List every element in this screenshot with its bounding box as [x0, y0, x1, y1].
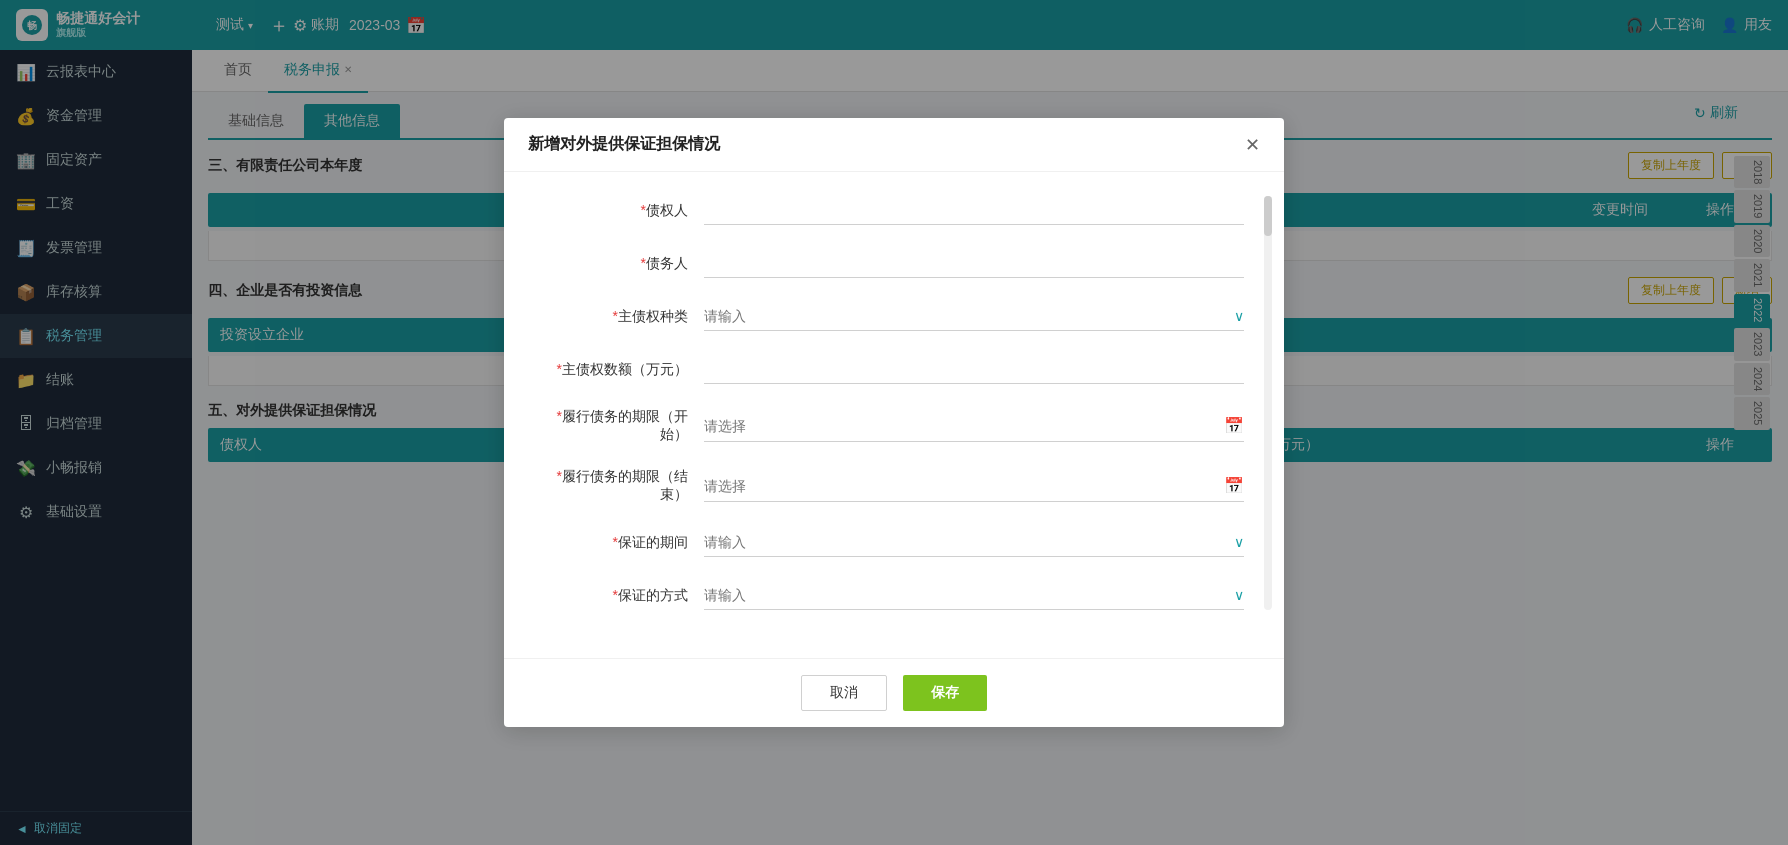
debtor-input[interactable] [704, 249, 1244, 278]
period-end-input[interactable] [704, 478, 1224, 494]
modal-body: *债权人 *债务人 *主债权种类 [504, 172, 1284, 658]
debtor-field: *债务人 [544, 249, 1244, 278]
guarantee-method-required-mark: * [613, 587, 618, 603]
debtor-required-mark: * [641, 255, 646, 271]
guarantee-method-select[interactable]: ∨ [704, 581, 1244, 610]
period-start-field: *履行债务的期限（开始） 📅 [544, 408, 1244, 444]
cancel-button[interactable]: 取消 [801, 675, 887, 711]
guarantee-period-label: *保证的期间 [544, 534, 704, 552]
period-end-label: *履行债务的期限（结束） [544, 468, 704, 504]
period-end-field: *履行债务的期限（结束） 📅 [544, 468, 1244, 504]
save-button[interactable]: 保存 [903, 675, 987, 711]
guarantee-period-field: *保证的期间 ∨ [544, 528, 1244, 557]
guarantee-method-input[interactable] [704, 587, 1234, 603]
period-start-input[interactable] [704, 418, 1224, 434]
period-start-required-mark: * [557, 408, 562, 424]
guarantee-method-label: *保证的方式 [544, 587, 704, 605]
creditor-input[interactable] [704, 196, 1244, 225]
modal-footer: 取消 保存 [504, 658, 1284, 727]
guarantee-method-chevron-icon: ∨ [1234, 587, 1244, 603]
modal-close-button[interactable]: ✕ [1245, 136, 1260, 154]
guarantee-period-required-mark: * [613, 534, 618, 550]
debt-type-label: *主债权种类 [544, 308, 704, 326]
modal-overlay[interactable]: 新增对外提供保证担保情况 ✕ *债权人 *债务人 [0, 0, 1788, 845]
period-end-calendar-icon[interactable]: 📅 [1224, 476, 1244, 495]
creditor-required-mark: * [641, 202, 646, 218]
debt-amount-field: *主债权数额（万元） [544, 355, 1244, 384]
period-end-required-mark: * [557, 468, 562, 484]
guarantee-period-select[interactable]: ∨ [704, 528, 1244, 557]
guarantee-period-chevron-icon: ∨ [1234, 534, 1244, 550]
debt-amount-label: *主债权数额（万元） [544, 361, 704, 379]
debt-type-required-mark: * [613, 308, 618, 324]
debt-amount-required-mark: * [557, 361, 562, 377]
period-start-label: *履行债务的期限（开始） [544, 408, 704, 444]
guarantee-method-field: *保证的方式 ∨ [544, 581, 1244, 610]
debt-type-input[interactable] [704, 308, 1234, 324]
modal: 新增对外提供保证担保情况 ✕ *债权人 *债务人 [504, 118, 1284, 727]
creditor-field: *债权人 [544, 196, 1244, 225]
modal-header: 新增对外提供保证担保情况 ✕ [504, 118, 1284, 172]
debtor-label: *债务人 [544, 255, 704, 273]
period-start-date[interactable]: 📅 [704, 410, 1244, 442]
period-end-date[interactable]: 📅 [704, 470, 1244, 502]
guarantee-period-input[interactable] [704, 534, 1234, 550]
debt-type-chevron-icon: ∨ [1234, 308, 1244, 324]
debt-type-field: *主债权种类 ∨ [544, 302, 1244, 331]
creditor-label: *债权人 [544, 202, 704, 220]
modal-title: 新增对外提供保证担保情况 [528, 134, 720, 155]
debt-amount-input[interactable] [704, 355, 1244, 384]
period-start-calendar-icon[interactable]: 📅 [1224, 416, 1244, 435]
debt-type-select[interactable]: ∨ [704, 302, 1244, 331]
